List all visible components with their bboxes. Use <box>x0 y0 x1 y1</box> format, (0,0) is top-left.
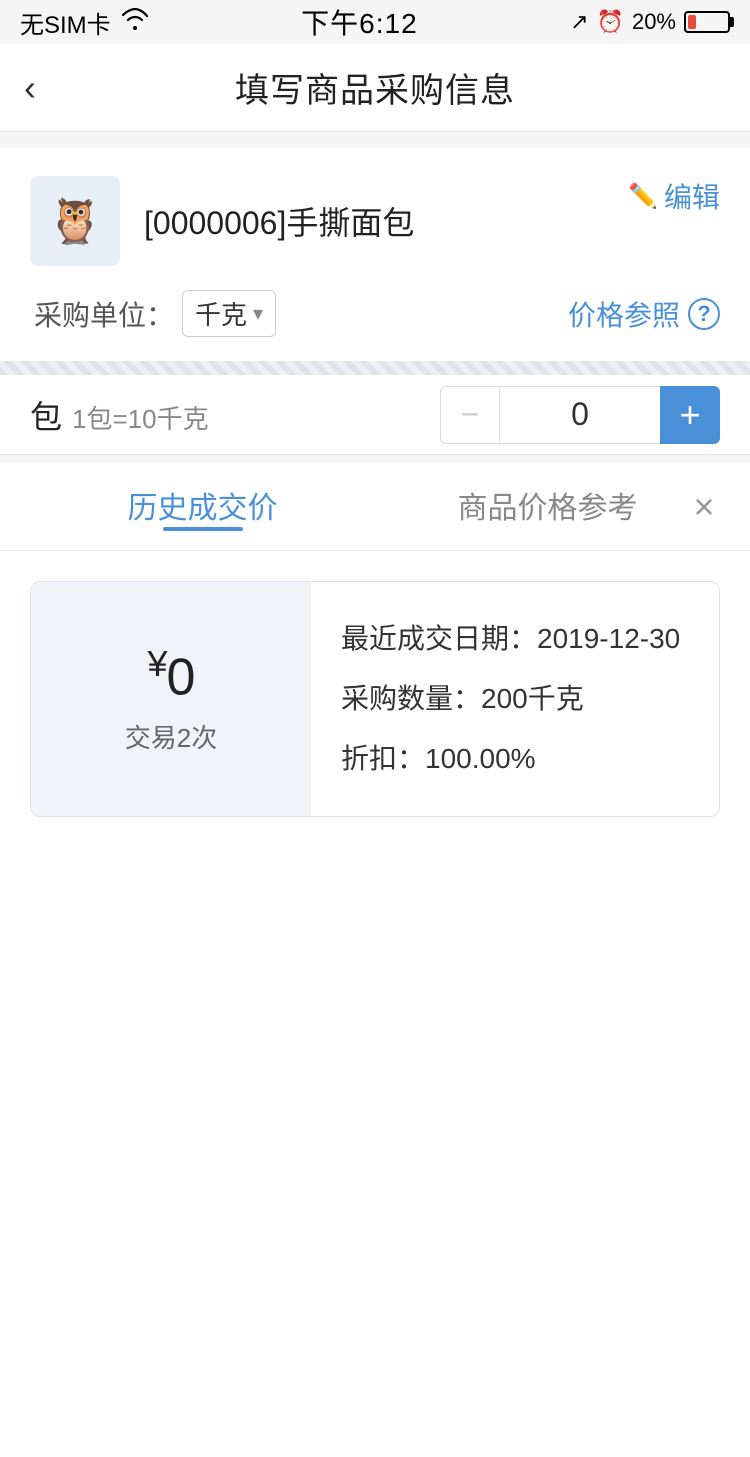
discount-label: 折扣： <box>341 743 425 774</box>
card-details-right: 最近成交日期：2019-12-30 采购数量：200千克 折扣：100.00% <box>311 582 719 816</box>
recent-date-value: 2019-12-30 <box>537 623 680 654</box>
product-name: [0000006]手撕面包 <box>144 198 414 244</box>
qty-input[interactable]: 0 <box>500 386 660 444</box>
close-icon: × <box>693 486 714 528</box>
purchase-qty-row: 采购数量：200千克 <box>341 678 689 720</box>
battery-percent: 20% <box>632 9 676 35</box>
purchase-qty-label: 采购数量： <box>341 683 481 714</box>
unit-select[interactable]: 千克 ▾ <box>182 290 276 337</box>
battery-fill <box>688 15 696 29</box>
discount-value: 100.00% <box>425 743 536 774</box>
recent-date-row: 最近成交日期：2019-12-30 <box>341 618 689 660</box>
trade-count: 交易2次 <box>125 718 217 755</box>
edit-button[interactable]: ✏️ 编辑 <box>628 176 720 216</box>
history-card: ¥0 交易2次 最近成交日期：2019-12-30 采购数量：200千克 折扣：… <box>30 581 720 817</box>
unit-label: 采购单位： <box>34 294 174 334</box>
chevron-down-icon: ▾ <box>253 301 263 326</box>
minus-icon: − <box>461 396 480 433</box>
tab-price-ref-label: 商品价格参考 <box>458 492 638 525</box>
card-price-left: ¥0 交易2次 <box>31 582 311 816</box>
product-left: 🦉 [0000006]手撕面包 <box>30 176 414 266</box>
wifi-icon <box>121 8 149 37</box>
price-display: ¥0 <box>148 643 195 707</box>
tab-price-ref[interactable]: 商品价格参考 <box>375 483 720 531</box>
status-left: 无SIM卡 <box>20 5 149 40</box>
tab-content: ¥0 交易2次 最近成交日期：2019-12-30 采购数量：200千克 折扣：… <box>0 551 750 857</box>
alarm-icon: ⏰ <box>597 9 624 35</box>
back-button[interactable]: ‹ <box>24 67 36 109</box>
tab-history-label: 历史成交价 <box>128 492 278 525</box>
qty-conversion: 1包=10千克 <box>72 399 209 436</box>
location-icon: ↗ <box>570 9 588 35</box>
page-title: 填写商品采购信息 <box>235 63 515 112</box>
product-logo: 🦉 <box>48 195 103 247</box>
currency-symbol: ¥ <box>148 643 167 684</box>
product-section: 🦉 [0000006]手撕面包 ✏️ 编辑 采购单位： 千克 ▾ 价格参照 ? <box>0 148 750 361</box>
qty-label-group: 包 1包=10千克 <box>30 392 440 438</box>
bottom-space <box>0 857 750 1457</box>
product-header: 🦉 [0000006]手撕面包 ✏️ 编辑 <box>30 176 720 266</box>
status-right: ↗ ⏰ 20% <box>570 9 730 35</box>
status-bar: 无SIM卡 下午6:12 ↗ ⏰ 20% <box>0 0 750 44</box>
qty-plus-btn[interactable]: + <box>660 386 720 444</box>
unit-row-left: 采购单位： 千克 ▾ <box>30 290 276 337</box>
product-thumbnail: 🦉 <box>30 176 120 266</box>
tab-underline <box>163 527 243 531</box>
qty-minus-btn[interactable]: − <box>440 386 500 444</box>
tab-header: 历史成交价 商品价格参考 × <box>0 463 750 551</box>
battery-icon <box>684 11 730 33</box>
tab-history-price[interactable]: 历史成交价 <box>30 483 375 531</box>
qty-input-group: − 0 + <box>440 386 720 444</box>
help-icon[interactable]: ? <box>688 298 720 330</box>
edit-label: 编辑 <box>664 176 720 216</box>
qty-unit: 包 <box>30 392 62 438</box>
status-time: 下午6:12 <box>301 2 418 42</box>
plus-icon: + <box>679 394 700 436</box>
purchase-qty-value: 200千克 <box>481 683 584 714</box>
quantity-row: 包 1包=10千克 − 0 + <box>0 375 750 455</box>
tab-close-button[interactable]: × <box>682 485 726 529</box>
price-ref-button[interactable]: 价格参照 ? <box>568 294 720 334</box>
product-unit-row: 采购单位： 千克 ▾ 价格参照 ? <box>30 290 720 337</box>
unit-value: 千克 <box>195 295 247 332</box>
price-ref-label: 价格参照 <box>568 294 680 334</box>
carrier-text: 无SIM卡 <box>20 5 111 40</box>
recent-date-label: 最近成交日期： <box>341 623 537 654</box>
stripe-divider <box>0 361 750 375</box>
discount-row: 折扣：100.00% <box>341 738 689 780</box>
nav-bar: ‹ 填写商品采购信息 <box>0 44 750 132</box>
tab-section: 历史成交价 商品价格参考 × ¥0 交易2次 最近成交日期：2019-12-30 <box>0 463 750 857</box>
price-value: 0 <box>167 649 195 707</box>
edit-icon: ✏️ <box>628 182 658 211</box>
